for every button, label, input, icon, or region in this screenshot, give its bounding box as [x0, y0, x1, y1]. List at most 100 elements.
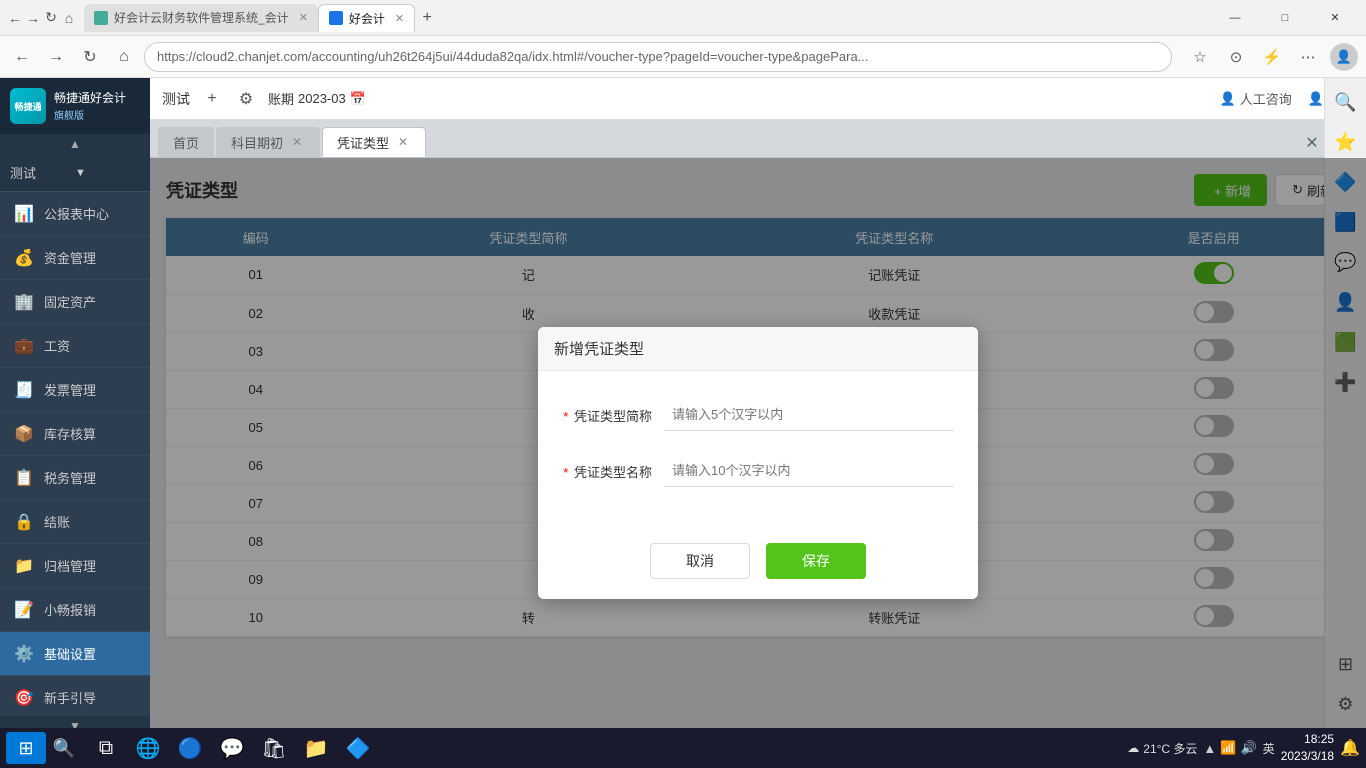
forward-nav-button[interactable]: → [42, 43, 70, 71]
browser-profile-icon[interactable]: 👤 [1330, 43, 1358, 71]
sidebar-app-subtitle: 旗舰版 [54, 107, 126, 122]
main-content: 测试 + ⚙ 账期 2023-03 📅 👤 人工咨询 👤 用友 [150, 78, 1366, 768]
sidebar-item-label: 库存核算 [44, 424, 96, 443]
sidebar-item-label: 发票管理 [44, 380, 96, 399]
save-button[interactable]: 保存 [766, 543, 866, 579]
sidebar-scroll-up[interactable]: ▲ [0, 134, 150, 154]
minimize-button[interactable]: — [1212, 4, 1258, 32]
home-nav-button[interactable]: ⌂ [110, 43, 138, 71]
sidebar-item-fixed-assets[interactable]: 🏢 固定资产 [0, 280, 150, 324]
clock-date: 2023/3/18 [1281, 748, 1334, 765]
network-icon[interactable]: ▲ [1203, 741, 1216, 756]
support-icon: 👤 [1220, 91, 1236, 107]
taskbar-taskview[interactable]: ⧉ [86, 730, 126, 766]
browser-tab-1[interactable]: 好会计云财务软件管理系统_会计 ✕ [84, 4, 318, 32]
short-name-input[interactable] [664, 399, 954, 431]
invoice-icon: 🧾 [14, 380, 34, 400]
sidebar-item-basic[interactable]: ⚙️ 基础设置 [0, 632, 150, 676]
start-button[interactable]: ⊞ [6, 732, 46, 764]
tab-subject-label: 科目期初 [231, 133, 283, 152]
topbar-settings-button[interactable]: ⚙ [232, 85, 260, 113]
sidebar-item-label: 税务管理 [44, 468, 96, 487]
tab1-favicon [94, 11, 108, 25]
tab-subject-close[interactable]: ✕ [289, 134, 305, 150]
top-bar-period: 账期 2023-03 📅 [268, 89, 366, 108]
url-bar[interactable]: https://cloud2.chanjet.com/accounting/uh… [144, 42, 1172, 72]
sidebar-item-inventory[interactable]: 📦 库存核算 [0, 412, 150, 456]
home-browser-button[interactable]: ⌂ [62, 11, 76, 25]
archive-icon: 📁 [14, 556, 34, 576]
maximize-button[interactable]: □ [1262, 4, 1308, 32]
topbar-add-button[interactable]: + [198, 85, 226, 113]
support-label: 人工咨询 [1240, 89, 1292, 108]
content-tabs: 首页 科目期初 ✕ 凭证类型 ✕ ✕ ⤢ [150, 120, 1366, 158]
downloads-button[interactable]: ⊙ [1222, 43, 1250, 71]
window-controls: — □ ✕ [1212, 4, 1358, 32]
back-nav-button[interactable]: ← [8, 43, 36, 71]
taskbar-clock: 18:25 2023/3/18 [1281, 731, 1334, 765]
fixed-assets-icon: 🏢 [14, 292, 34, 312]
taskbar-edge2[interactable]: 🔷 [338, 730, 378, 766]
period-calendar-icon[interactable]: 📅 [350, 91, 366, 107]
taskbar-language: 英 [1263, 740, 1275, 757]
taskbar-notification[interactable]: 🔔 [1340, 738, 1360, 758]
sidebar-item-close[interactable]: 🔒 结账 [0, 500, 150, 544]
sidebar-item-tax[interactable]: 📋 税务管理 [0, 456, 150, 500]
taskbar-wechat[interactable]: 💬 [212, 730, 252, 766]
sidebar-item-announcement[interactable]: 📊 公报表中心 [0, 192, 150, 236]
sidebar-item-payroll[interactable]: 💼 工资 [0, 324, 150, 368]
sidebar-item-archive[interactable]: 📁 归档管理 [0, 544, 150, 588]
full-name-input[interactable] [664, 455, 954, 487]
sidebar-item-label: 工资 [44, 336, 70, 355]
tab2-favicon [329, 11, 343, 25]
tab2-close[interactable]: ✕ [395, 12, 404, 25]
sidebar-item-label: 固定资产 [44, 292, 96, 311]
forward-button[interactable]: → [26, 11, 40, 25]
browser-nav-controls: ← → ↻ ⌂ [8, 11, 76, 25]
refresh-nav-button[interactable]: ↻ [76, 43, 104, 71]
sidebar-item-funds[interactable]: 💰 资金管理 [0, 236, 150, 280]
tabs-close-button[interactable]: ✕ [1298, 129, 1326, 157]
taskbar-store[interactable]: 🛍 [254, 730, 294, 766]
refresh-browser-button[interactable]: ↻ [44, 11, 58, 25]
taskbar-sys-icons: ▲ 📶 🔊 [1203, 740, 1256, 756]
new-tab-button[interactable]: + [415, 6, 439, 30]
ext-star-button[interactable]: ⭐ [1330, 126, 1362, 158]
tab-home[interactable]: 首页 [158, 127, 214, 157]
support-button[interactable]: 👤 人工咨询 [1220, 89, 1292, 108]
tab2-label: 好会计 [349, 10, 385, 27]
taskbar-chrome[interactable]: 🔵 [170, 730, 210, 766]
browser-title-bar: ← → ↻ ⌂ 好会计云财务软件管理系统_会计 ✕ 好会计 ✕ + — □ ✕ [0, 0, 1366, 36]
browser-extensions-button[interactable]: ⚡ [1258, 43, 1286, 71]
user-avatar-icon: 👤 [1308, 91, 1324, 107]
payroll-icon: 💼 [14, 336, 34, 356]
tab-voucher-type[interactable]: 凭证类型 ✕ [322, 127, 426, 157]
sidebar-item-guide[interactable]: 🎯 新手引导 [0, 676, 150, 716]
sidebar-item-label: 新手引导 [44, 688, 96, 707]
browser-tab-2[interactable]: 好会计 ✕ [318, 4, 415, 32]
logo-text: 畅捷通 [14, 100, 41, 113]
wifi-icon: 📶 [1220, 740, 1236, 756]
volume-icon[interactable]: 🔊 [1240, 740, 1256, 756]
sidebar-company-select[interactable]: 测试 ▼ [0, 154, 150, 192]
guide-icon: 🎯 [14, 688, 34, 708]
taskbar-search-button[interactable]: 🔍 [46, 732, 82, 764]
tab1-close[interactable]: ✕ [299, 11, 308, 24]
taskbar-explorer[interactable]: 📁 [296, 730, 336, 766]
browser-settings-button[interactable]: ⋯ [1294, 43, 1322, 71]
close-button[interactable]: ✕ [1312, 4, 1358, 32]
back-button[interactable]: ← [8, 11, 22, 25]
taskbar-edge[interactable]: 🌐 [128, 730, 168, 766]
save-label: 保存 [802, 553, 830, 569]
app-logo: 畅捷通 [10, 88, 46, 124]
cancel-button[interactable]: 取消 [650, 543, 750, 579]
sidebar-item-invoice[interactable]: 🧾 发票管理 [0, 368, 150, 412]
tab-subject[interactable]: 科目期初 ✕ [216, 127, 320, 157]
sidebar-item-label: 资金管理 [44, 248, 96, 267]
sidebar-item-report[interactable]: 📝 小畅报销 [0, 588, 150, 632]
bookmark-button[interactable]: ☆ [1186, 43, 1214, 71]
ext-search-button[interactable]: 🔍 [1330, 86, 1362, 118]
tab-voucher-type-close[interactable]: ✕ [395, 134, 411, 150]
modal-header: 新增凭证类型 [538, 327, 978, 371]
weather-text: 21°C 多云 [1143, 740, 1197, 757]
